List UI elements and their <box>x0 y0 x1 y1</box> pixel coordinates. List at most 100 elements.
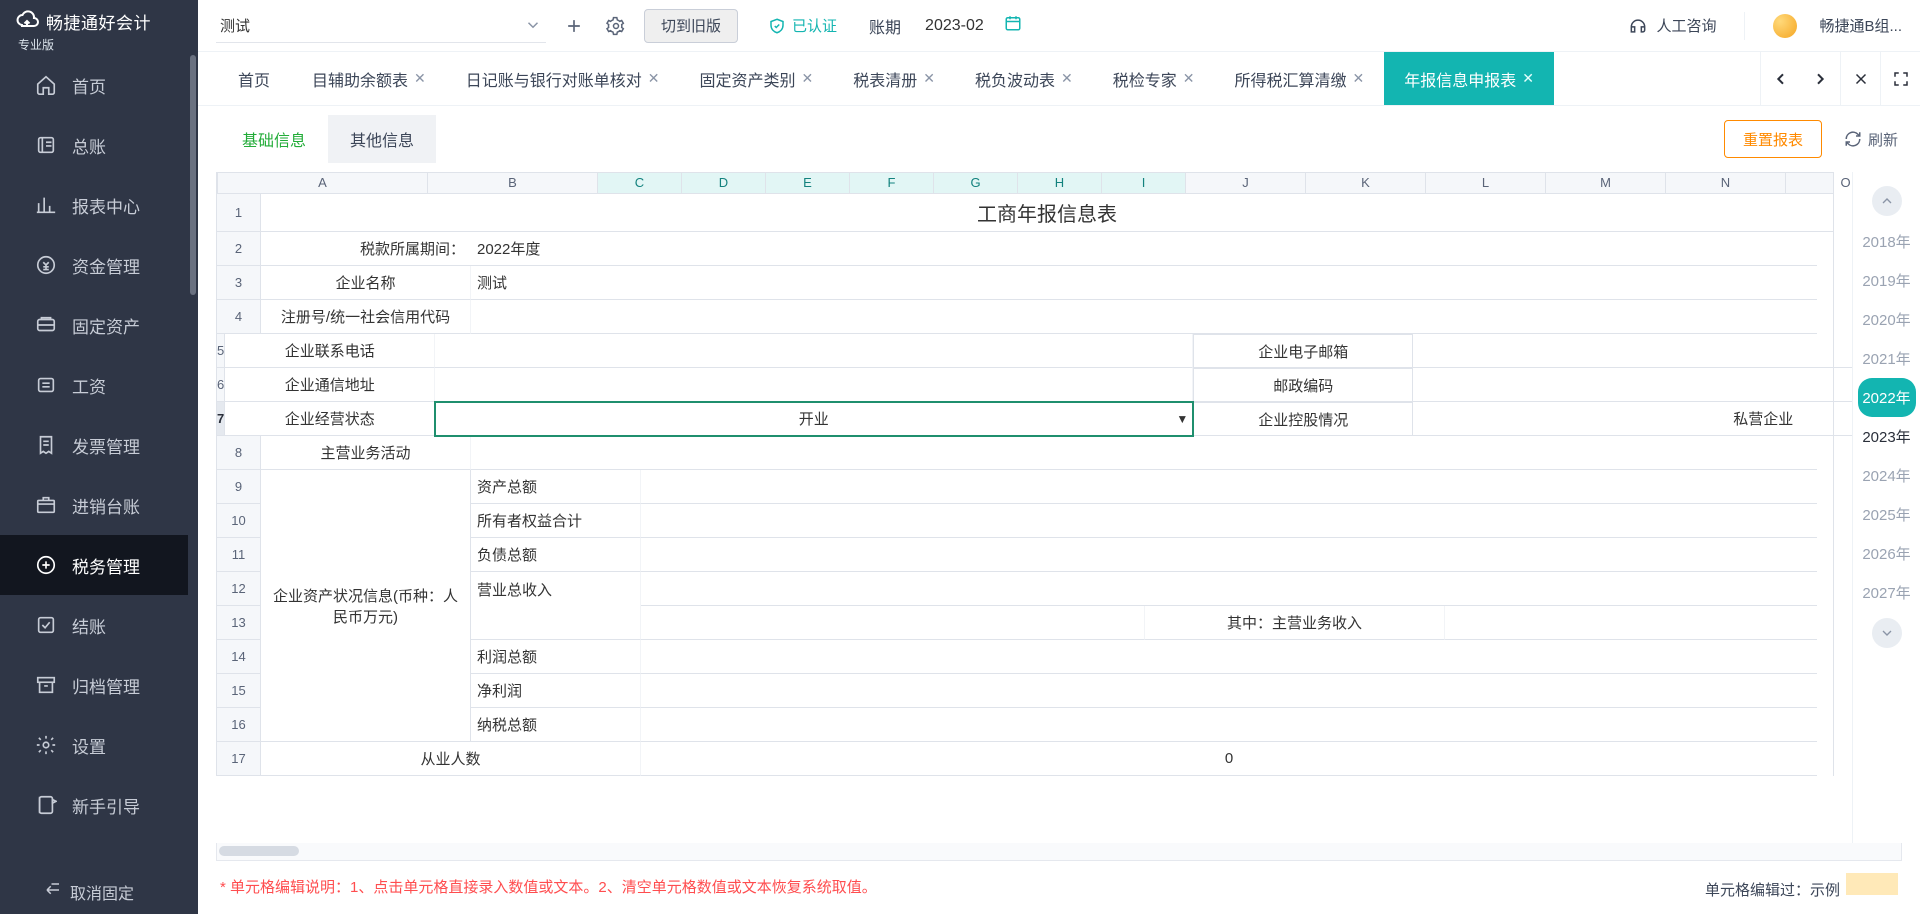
rowhdr-1[interactable]: 1 <box>217 194 261 232</box>
add-button[interactable] <box>560 12 588 40</box>
switch-old-button[interactable]: 切到旧版 <box>644 9 738 43</box>
colhdr-J[interactable]: J <box>1186 173 1306 193</box>
rowhdr-11[interactable]: 11 <box>217 538 261 572</box>
asset-val-9[interactable] <box>641 470 1817 504</box>
r4-value[interactable] <box>471 300 1817 334</box>
rowhdr-3[interactable]: 3 <box>217 266 261 300</box>
tab-close-icon[interactable]: ✕ <box>1353 70 1365 87</box>
asset-val-10[interactable] <box>641 504 1817 538</box>
unpin-button[interactable]: 取消固定 <box>0 870 198 914</box>
business-status-select[interactable]: 开业▼ <box>435 402 1193 436</box>
year-scroll-down[interactable] <box>1872 618 1902 648</box>
asset-val-11[interactable] <box>641 538 1817 572</box>
colhdr-I[interactable]: I <box>1102 173 1186 193</box>
rowhdr-8[interactable]: 8 <box>217 436 261 470</box>
org-selector[interactable]: 测试 <box>216 9 546 43</box>
consult-button[interactable]: 人工咨询 <box>1628 15 1716 36</box>
colhdr-M[interactable]: M <box>1546 173 1666 193</box>
tab-5[interactable]: 税检专家✕ <box>1093 52 1215 105</box>
year-2020年[interactable]: 2020年 <box>1858 300 1916 339</box>
calendar-icon[interactable] <box>1004 14 1022 37</box>
period-value[interactable]: 2023-02 <box>925 17 984 35</box>
rowhdr-2[interactable]: 2 <box>217 232 261 266</box>
tab-4[interactable]: 税负波动表✕ <box>955 52 1093 105</box>
asset-val-14[interactable] <box>641 640 1817 674</box>
seg-0[interactable]: 基础信息 <box>220 115 328 163</box>
refresh-button[interactable]: 刷新 <box>1844 129 1898 150</box>
spreadsheet[interactable]: ABCDEFGHIJKLMNOPQ 1工商年报信息表2税款所属期间：2022年度… <box>198 172 1852 843</box>
colhdr-K[interactable]: K <box>1306 173 1426 193</box>
rowhdr-12[interactable]: 12 <box>217 572 261 606</box>
rowhdr-6[interactable]: 6 <box>217 368 225 402</box>
tab-6[interactable]: 所得税汇算清缴✕ <box>1215 52 1385 105</box>
year-scroll-up[interactable] <box>1872 186 1902 216</box>
nav-close[interactable]: 结账 <box>0 595 188 655</box>
colhdr-N[interactable]: N <box>1666 173 1786 193</box>
year-2019年[interactable]: 2019年 <box>1858 261 1916 300</box>
year-2021年[interactable]: 2021年 <box>1858 339 1916 378</box>
nav-guide[interactable]: 新手引导 <box>0 775 188 835</box>
tab-close-icon[interactable]: ✕ <box>1522 70 1534 87</box>
colhdr-L[interactable]: L <box>1426 173 1546 193</box>
tab-close-icon[interactable]: ✕ <box>414 70 426 87</box>
r6-right-val[interactable] <box>1413 368 1852 402</box>
nav-fixed-assets[interactable]: 固定资产 <box>0 295 188 355</box>
tab-3[interactable]: 税表清册✕ <box>833 52 955 105</box>
colhdr-G[interactable]: G <box>934 173 1018 193</box>
asset-val-16[interactable] <box>641 708 1817 742</box>
tab-close-icon[interactable]: ✕ <box>648 70 660 87</box>
asset-val-15[interactable] <box>641 674 1817 708</box>
sidebar-scrollbar[interactable] <box>188 55 198 870</box>
rowhdr-16[interactable]: 16 <box>217 708 261 742</box>
colhdr-O[interactable]: O <box>1786 173 1852 193</box>
tab-0[interactable]: 目辅助余额表✕ <box>292 52 446 105</box>
year-2026年[interactable]: 2026年 <box>1858 534 1916 573</box>
tab-home[interactable]: 首页 <box>216 52 292 105</box>
year-2027年[interactable]: 2027年 <box>1858 573 1916 612</box>
tab-1[interactable]: 日记账与银行对账单核对✕ <box>446 52 680 105</box>
tab-close-icon[interactable]: ✕ <box>923 70 935 87</box>
nav-reports[interactable]: 报表中心 <box>0 175 188 235</box>
colhdr-F[interactable]: F <box>850 173 934 193</box>
avatar[interactable] <box>1773 14 1797 38</box>
r8-value[interactable] <box>471 436 1817 470</box>
tab-scroll-left[interactable] <box>1760 52 1800 106</box>
rowhdr-7[interactable]: 7 <box>217 402 225 436</box>
nav-invoice[interactable]: 发票管理 <box>0 415 188 475</box>
r5-left-val[interactable] <box>435 334 1193 368</box>
colhdr-D[interactable]: D <box>682 173 766 193</box>
tab-close-icon[interactable]: ✕ <box>1061 70 1073 87</box>
nav-inventory[interactable]: 进销台账 <box>0 475 188 535</box>
r6-left-val[interactable] <box>435 368 1193 402</box>
nav-tax[interactable]: 税务管理 <box>0 535 188 595</box>
seg-1[interactable]: 其他信息 <box>328 115 436 163</box>
year-2025年[interactable]: 2025年 <box>1858 495 1916 534</box>
nav-settings[interactable]: 设置 <box>0 715 188 775</box>
asset-val-12[interactable] <box>641 572 1817 606</box>
nav-payroll[interactable]: 工资 <box>0 355 188 415</box>
colhdr-H[interactable]: H <box>1018 173 1102 193</box>
colhdr-B[interactable]: B <box>428 173 598 193</box>
colhdr-C[interactable]: C <box>598 173 682 193</box>
year-2018年[interactable]: 2018年 <box>1858 222 1916 261</box>
r5-right-val[interactable] <box>1413 334 1852 368</box>
rowhdr-13[interactable]: 13 <box>217 606 261 640</box>
rowhdr-9[interactable]: 9 <box>217 470 261 504</box>
rowhdr-4[interactable]: 4 <box>217 300 261 334</box>
r3-value[interactable]: 测试 <box>471 266 1817 300</box>
r17-value[interactable]: 0 <box>641 742 1817 776</box>
year-2023年[interactable]: 2023年 <box>1858 417 1916 456</box>
rowhdr-10[interactable]: 10 <box>217 504 261 538</box>
settings-button[interactable] <box>602 12 630 40</box>
user-name[interactable]: 畅捷通B组... <box>1819 15 1902 36</box>
tab-close-icon[interactable]: ✕ <box>1183 70 1195 87</box>
tab-close-button[interactable] <box>1840 52 1880 106</box>
tab-2[interactable]: 固定资产类别✕ <box>680 52 834 105</box>
reset-button[interactable]: 重置报表 <box>1724 120 1822 158</box>
r7-right-value[interactable]: 私营企业 <box>1413 402 1852 436</box>
nav-archive[interactable]: 归档管理 <box>0 655 188 715</box>
horizontal-scrollbar[interactable] <box>216 843 1902 861</box>
tab-scroll-right[interactable] <box>1800 52 1840 106</box>
rowhdr-14[interactable]: 14 <box>217 640 261 674</box>
colhdr-A[interactable]: A <box>218 173 428 193</box>
